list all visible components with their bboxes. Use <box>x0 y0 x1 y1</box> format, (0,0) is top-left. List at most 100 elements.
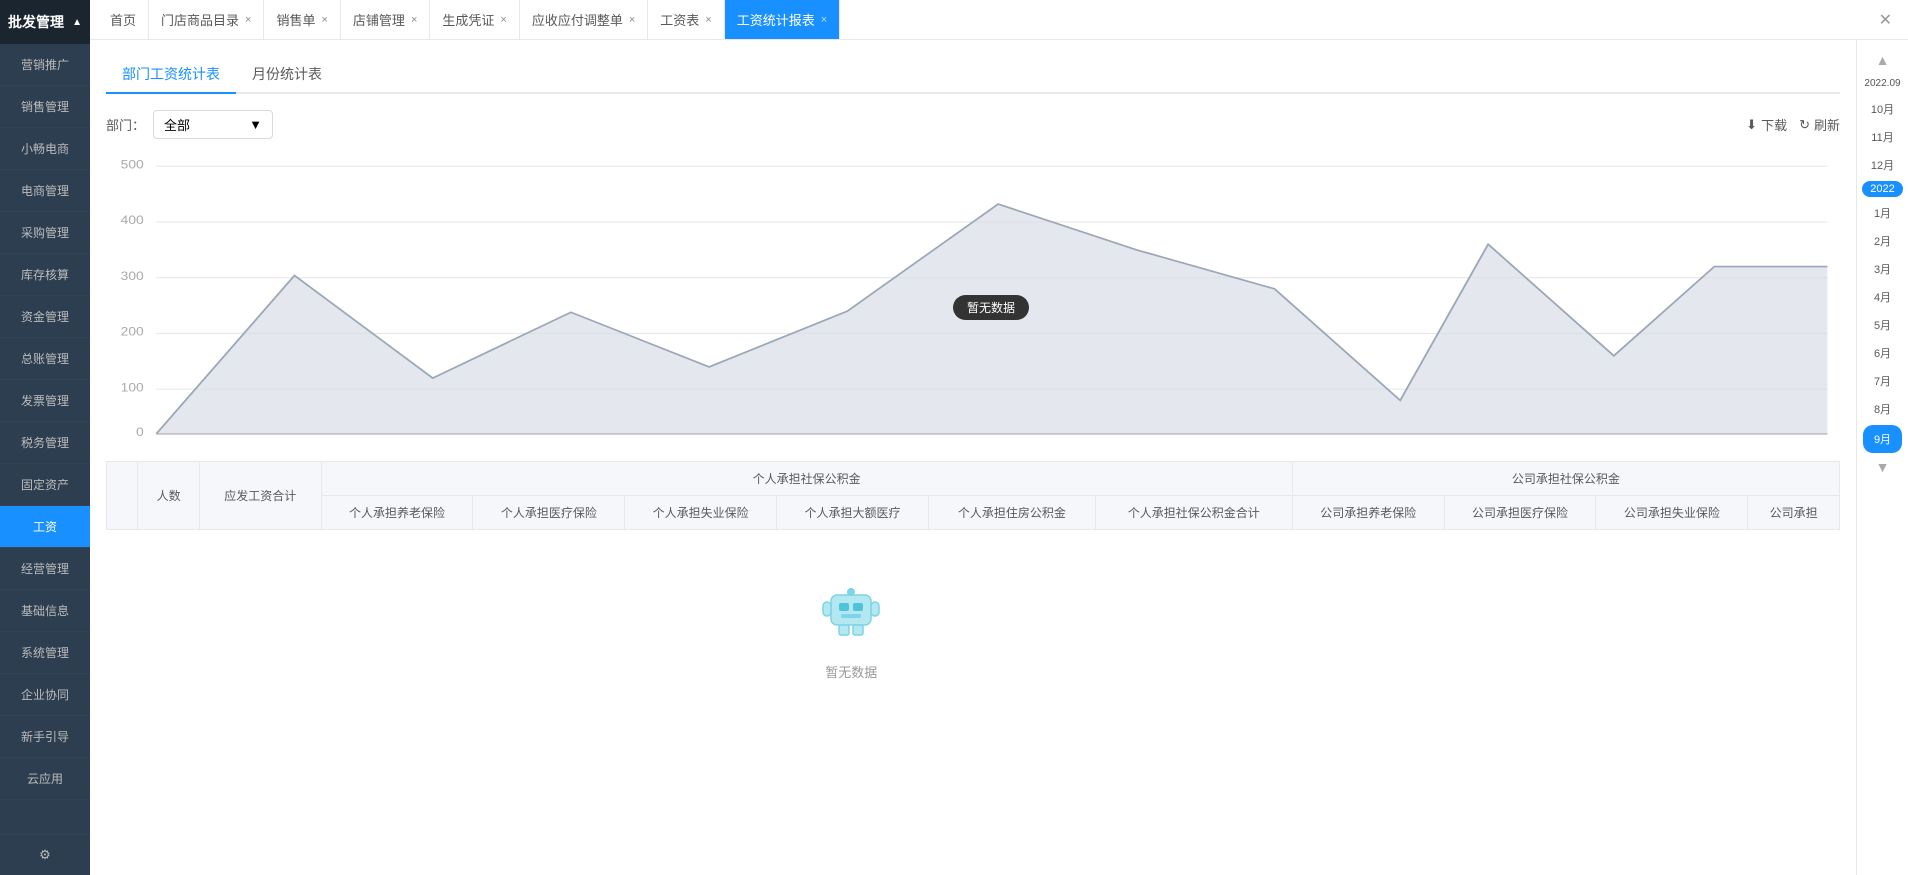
main-area: 首页门店商品目录×销售单×店铺管理×生成凭证×应收应付调整单×工资表×工资统计报… <box>90 0 1908 875</box>
sub-tab-dept[interactable]: 部门工资统计表 <box>106 56 236 94</box>
col-total-wage: 应发工资合计 <box>199 462 321 530</box>
sidebar-item-销售管理[interactable]: 销售管理 <box>0 86 90 128</box>
download-button[interactable]: ⬇ 下载 <box>1746 115 1787 134</box>
timeline-2[interactable]: 2月 <box>1857 227 1908 255</box>
toolbar: 部门： 全部 ▼ ⬇ 下载 ↻ 刷新 <box>106 110 1840 139</box>
sidebar-item-税务管理[interactable]: 税务管理 <box>0 422 90 464</box>
content-area: 部门工资统计表 月份统计表 部门： 全部 ▼ ⬇ 下载 <box>90 40 1908 875</box>
sidebar-header[interactable]: 批发管理 ▲ <box>0 0 90 44</box>
page-content: 部门工资统计表 月份统计表 部门： 全部 ▼ ⬇ 下载 <box>90 40 1856 875</box>
sidebar-item-经营管理[interactable]: 经营管理 <box>0 548 90 590</box>
svg-text:300: 300 <box>121 269 144 283</box>
timeline-up-arrow[interactable]: ▲ <box>1872 48 1894 72</box>
sidebar-title: 批发管理 <box>8 12 64 32</box>
sidebar-item-库存核算[interactable]: 库存核算 <box>0 254 90 296</box>
timeline-9-active[interactable]: 9月 <box>1863 425 1902 453</box>
tab-首页[interactable]: 首页 <box>98 0 149 40</box>
tab-close-生成凭证[interactable]: × <box>500 14 506 26</box>
refresh-icon: ↻ <box>1799 117 1810 133</box>
timeline-panel: ▲ 2022.09 10月 11月 12月 2022 1月 2月 3月 4月 5… <box>1856 40 1908 875</box>
tab-工资统计报表[interactable]: 工资统计报表× <box>725 0 840 40</box>
sidebar-item-新手引导[interactable]: 新手引导 <box>0 716 90 758</box>
sidebar-item-发票管理[interactable]: 发票管理 <box>0 380 90 422</box>
toolbar-left: 部门： 全部 ▼ <box>106 110 273 139</box>
refresh-button[interactable]: ↻ 刷新 <box>1799 115 1840 134</box>
tab-工资表[interactable]: 工资表× <box>648 0 724 40</box>
col-count: 人数 <box>138 462 200 530</box>
timeline-6[interactable]: 6月 <box>1857 339 1908 367</box>
tab-close-应收应付调整单[interactable]: × <box>629 14 635 26</box>
tab-close-店铺管理[interactable]: × <box>411 14 417 26</box>
col-dept <box>107 462 138 530</box>
empty-icon <box>811 570 891 650</box>
dept-dropdown-icon: ▼ <box>249 117 262 132</box>
empty-text: 暂无数据 <box>825 662 877 681</box>
sidebar-item-固定资产[interactable]: 固定资产 <box>0 464 90 506</box>
sidebar-item-工资[interactable]: 工资 <box>0 506 90 548</box>
timeline-11[interactable]: 11月 <box>1857 123 1908 151</box>
tab-门店商品目录[interactable]: 门店商品目录× <box>149 0 264 40</box>
sidebar-item-企业协同[interactable]: 企业协同 <box>0 674 90 716</box>
timeline-3[interactable]: 3月 <box>1857 255 1908 283</box>
timeline-2022-09[interactable]: 2022.09 <box>1857 72 1908 95</box>
tab-close-销售单[interactable]: × <box>321 14 327 26</box>
col-p-major-med: 个人承担大额医疗 <box>777 496 929 530</box>
sidebar-item-系统管理[interactable]: 系统管理 <box>0 632 90 674</box>
sidebar-item-营销推广[interactable]: 营销推广 <box>0 44 90 86</box>
sidebar-item-采购管理[interactable]: 采购管理 <box>0 212 90 254</box>
close-all-tabs-button[interactable]: ✕ <box>1871 10 1900 30</box>
sidebar-item-云应用[interactable]: 云应用 <box>0 758 90 800</box>
chart-svg: 500 400 300 200 100 0 <box>106 155 1840 445</box>
tab-close-门店商品目录[interactable]: × <box>245 14 251 26</box>
tab-bar: 首页门店商品目录×销售单×店铺管理×生成凭证×应收应付调整单×工资表×工资统计报… <box>90 0 1908 40</box>
tab-生成凭证[interactable]: 生成凭证× <box>430 0 519 40</box>
timeline-8[interactable]: 8月 <box>1857 395 1908 423</box>
dept-label: 部门： <box>106 115 145 134</box>
col-personal-group: 个人承担社保公积金 <box>321 462 1292 496</box>
data-table: 人数 应发工资合计 个人承担社保公积金 公司承担社保公积金 个人承担养老保险 个… <box>106 461 1840 701</box>
col-c-pension: 公司承担养老保险 <box>1292 496 1444 530</box>
dept-value: 全部 <box>164 115 190 134</box>
tab-销售单[interactable]: 销售单× <box>264 0 340 40</box>
timeline-down-arrow[interactable]: ▼ <box>1872 455 1894 479</box>
col-company-group: 公司承担社保公积金 <box>1292 462 1839 496</box>
svg-text:100: 100 <box>121 380 144 394</box>
empty-state: 暂无数据 <box>107 530 1596 701</box>
tab-店铺管理[interactable]: 店铺管理× <box>341 0 430 40</box>
timeline-4[interactable]: 4月 <box>1857 283 1908 311</box>
sidebar: 批发管理 ▲ 营销推广销售管理小畅电商电商管理采购管理库存核算资金管理总账管理发… <box>0 0 90 875</box>
sidebar-item-电商管理[interactable]: 电商管理 <box>0 170 90 212</box>
dept-select[interactable]: 全部 ▼ <box>153 110 273 139</box>
tab-close-工资表[interactable]: × <box>705 14 711 26</box>
tab-应收应付调整单[interactable]: 应收应付调整单× <box>520 0 648 40</box>
sidebar-collapse-icon: ▲ <box>72 17 82 28</box>
col-c-other: 公司承担 <box>1748 496 1840 530</box>
sub-tab-month[interactable]: 月份统计表 <box>236 56 338 94</box>
svg-text:500: 500 <box>121 157 144 171</box>
col-p-housing: 个人承担住房公积金 <box>928 496 1095 530</box>
timeline-12[interactable]: 12月 <box>1857 151 1908 179</box>
tab-close-工资统计报表[interactable]: × <box>821 14 827 26</box>
timeline-year-2022[interactable]: 2022 <box>1862 181 1902 197</box>
timeline-1[interactable]: 1月 <box>1857 199 1908 227</box>
table-container: 人数 应发工资合计 个人承担社保公积金 公司承担社保公积金 个人承担养老保险 个… <box>106 461 1840 701</box>
svg-text:200: 200 <box>121 324 144 338</box>
col-p-medical: 个人承担医疗保险 <box>473 496 625 530</box>
sidebar-item-总账管理[interactable]: 总账管理 <box>0 338 90 380</box>
col-c-unemploy: 公司承担失业保险 <box>1596 496 1748 530</box>
timeline-5[interactable]: 5月 <box>1857 311 1908 339</box>
sidebar-settings[interactable]: ⚙ <box>0 834 90 875</box>
sidebar-item-基础信息[interactable]: 基础信息 <box>0 590 90 632</box>
svg-text:400: 400 <box>121 213 144 227</box>
sidebar-item-资金管理[interactable]: 资金管理 <box>0 296 90 338</box>
col-p-pension: 个人承担养老保险 <box>321 496 473 530</box>
timeline-7[interactable]: 7月 <box>1857 367 1908 395</box>
sidebar-item-小畅电商[interactable]: 小畅电商 <box>0 128 90 170</box>
toolbar-right: ⬇ 下载 ↻ 刷新 <box>1746 115 1840 134</box>
sub-tabs: 部门工资统计表 月份统计表 <box>106 56 1840 94</box>
col-p-unemploy: 个人承担失业保险 <box>625 496 777 530</box>
svg-text:0: 0 <box>136 425 144 439</box>
col-p-total: 个人承担社保公积金合计 <box>1095 496 1292 530</box>
timeline-10[interactable]: 10月 <box>1857 95 1908 123</box>
chart-area: 500 400 300 200 100 0 <box>106 155 1840 445</box>
